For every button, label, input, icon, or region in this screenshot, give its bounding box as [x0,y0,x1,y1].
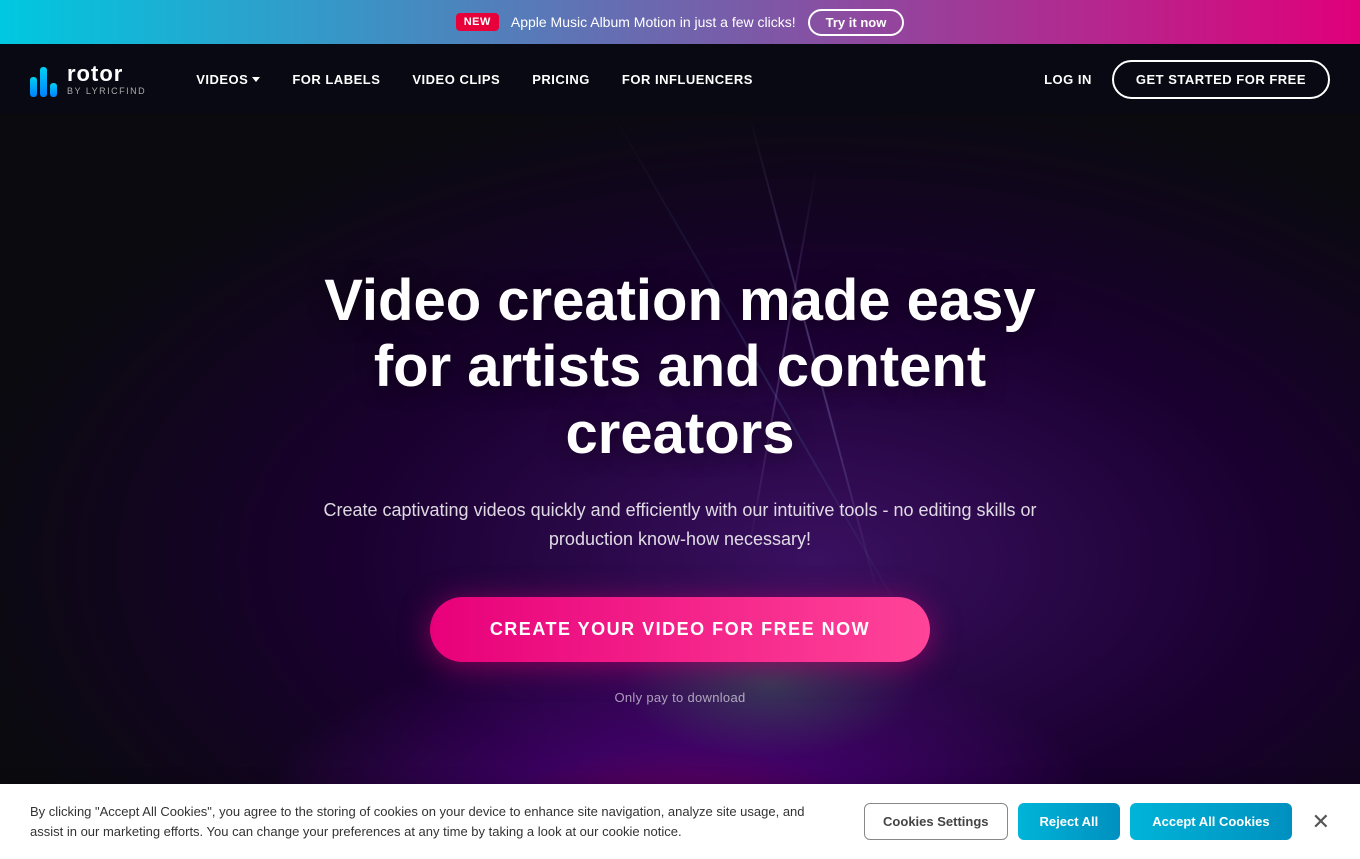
get-started-button[interactable]: GET STARTED FOR FREE [1112,60,1330,99]
close-cookie-banner-button[interactable]: ✕ [1312,811,1330,833]
cookie-text: By clicking "Accept All Cookies", you ag… [30,802,834,841]
chevron-down-icon [252,77,260,82]
try-it-now-button[interactable]: Try it now [808,9,905,36]
cookie-banner: By clicking "Accept All Cookies", you ag… [0,784,1360,859]
logo-bar-1 [30,77,37,97]
logo-text: rotor BY LYRICFIND [67,62,146,96]
nav-for-labels[interactable]: FOR LABELS [292,72,380,87]
navbar: rotor BY LYRICFIND VIDEOS FOR LABELS VID… [0,44,1360,114]
logo-bar-2 [40,67,47,97]
hero-subtitle: Create captivating videos quickly and ef… [300,496,1060,554]
nav-video-clips[interactable]: VIDEO CLIPS [412,72,500,87]
logo-sub: BY LYRICFIND [67,86,146,96]
nav-right: LOG IN GET STARTED FOR FREE [1044,60,1330,99]
nav-pricing[interactable]: PRICING [532,72,590,87]
accept-all-cookies-button[interactable]: Accept All Cookies [1130,803,1291,840]
hero-content: Video creation made easy for artists and… [280,268,1080,706]
nav-videos[interactable]: VIDEOS [196,72,260,87]
cta-subtext: Only pay to download [300,690,1060,705]
create-video-button[interactable]: CREATE YOUR VIDEO FOR FREE NOW [430,597,930,662]
logo[interactable]: rotor BY LYRICFIND [30,61,146,97]
nav-links: VIDEOS FOR LABELS VIDEO CLIPS PRICING FO… [196,72,1044,87]
logo-name: rotor [67,62,146,86]
hero-title: Video creation made easy for artists and… [300,268,1060,468]
hero-section: Video creation made easy for artists and… [0,114,1360,859]
logo-bar-3 [50,83,57,97]
login-button[interactable]: LOG IN [1044,72,1092,87]
logo-icon [30,61,57,97]
banner-text: Apple Music Album Motion in just a few c… [511,14,796,30]
reject-all-button[interactable]: Reject All [1018,803,1121,840]
cookies-settings-button[interactable]: Cookies Settings [864,803,1007,840]
new-badge: NEW [456,13,499,31]
top-banner: NEW Apple Music Album Motion in just a f… [0,0,1360,44]
cookie-actions: Cookies Settings Reject All Accept All C… [864,803,1330,840]
nav-for-influencers[interactable]: FOR INFLUENCERS [622,72,753,87]
